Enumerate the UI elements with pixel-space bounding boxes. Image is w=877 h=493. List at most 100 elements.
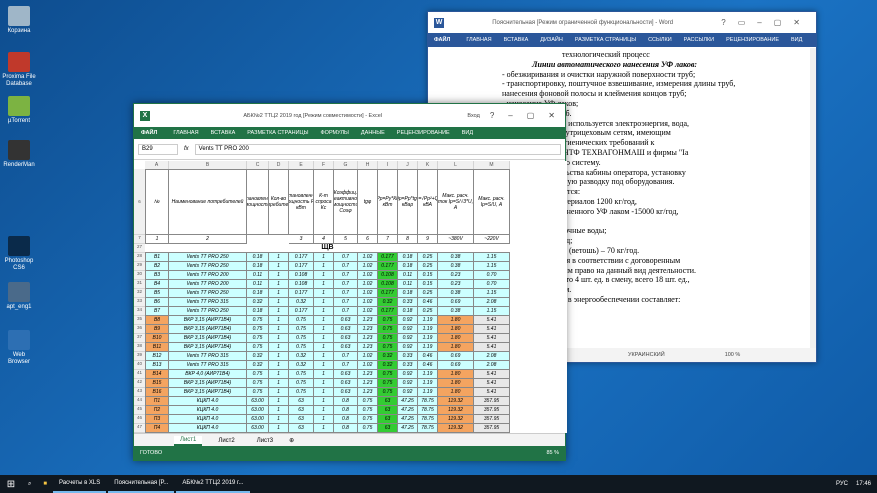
column-header[interactable]: L [438,161,474,169]
column-number-cell[interactable]: ~380V [438,235,474,244]
table-cell[interactable]: 0.75 [378,343,398,352]
table-cell[interactable]: 1.80 [438,370,474,379]
table-cell[interactable]: 1 [269,397,289,406]
table-cell[interactable]: 0.108 [378,271,398,280]
table-cell[interactable]: 1.19 [418,325,438,334]
table-cell[interactable]: 1 [314,307,334,316]
table-cell[interactable]: 0.33 [398,298,418,307]
table-cell[interactable]: 1 [269,361,289,370]
sheet-tab[interactable]: Лист2 [212,437,240,445]
table-cell[interactable]: 357.95 [474,406,510,415]
table-cell[interactable]: 0.108 [378,280,398,289]
excel-ribbon[interactable]: ФАЙЛ ГЛАВНАЯ ВСТАВКА РАЗМЕТКА СТРАНИЦЫ ФОРМУ… [134,127,565,139]
table-cell[interactable]: 63 [378,415,398,424]
table-cell[interactable]: 63.00 [247,424,269,433]
table-cell[interactable]: 0.75 [358,406,378,415]
taskbar-button[interactable]: АБК№2 ТТЦ2 2019 г... [176,475,250,493]
table-cell[interactable]: 0.11 [398,271,418,280]
table-cell[interactable]: В1 [145,253,169,262]
table-cell[interactable]: В2 [145,262,169,271]
word-language[interactable]: УКРАИНСКИЙ [628,352,665,358]
row-header[interactable]: 43 [134,388,145,397]
row-header[interactable]: 45 [134,406,145,415]
table-cell[interactable]: 1.15 [474,253,510,262]
desktop-icon[interactable]: apt_eng1 [2,282,36,311]
column-header[interactable]: E [289,161,314,169]
table-cell[interactable]: 0.11 [247,271,269,280]
table-header-cell[interactable]: Установленная мощность Ру, кВт [289,169,314,235]
table-cell[interactable]: 0.11 [398,280,418,289]
row-header[interactable]: 35 [134,316,145,325]
row-header[interactable]: 29 [134,262,145,271]
explorer-icon[interactable]: ■ [37,481,53,487]
table-cell[interactable]: В13 [145,361,169,370]
excel-tab[interactable]: ФАЙЛ [137,130,161,136]
word-tab[interactable]: РАССЫЛКИ [684,37,714,43]
table-cell[interactable]: В14 [145,370,169,379]
table-cell[interactable]: КЦКП 4.0 [169,424,247,433]
table-cell[interactable]: 0.23 [438,280,474,289]
fx-icon[interactable]: fx [184,146,189,152]
table-cell[interactable]: 0.177 [378,262,398,271]
row-header[interactable]: 31 [134,280,145,289]
row-header[interactable]: 37 [134,334,145,343]
table-cell[interactable]: 0.92 [398,370,418,379]
table-cell[interactable]: 0.15 [418,280,438,289]
table-cell[interactable]: ВКР 4,0 (АИР71В4) [169,370,247,379]
table-cell[interactable]: 1 [314,289,334,298]
table-cell[interactable]: 357.95 [474,415,510,424]
tray-language[interactable]: РУС [836,481,848,487]
table-cell[interactable]: 0.75 [289,379,314,388]
table-cell[interactable]: 1.02 [358,352,378,361]
table-cell[interactable]: 0.8 [334,397,358,406]
table-cell[interactable]: 0.75 [358,397,378,406]
table-cell[interactable]: 0.75 [289,343,314,352]
taskbar-button[interactable]: Пояснительная [Р... [108,475,175,493]
table-cell[interactable]: 0.177 [289,289,314,298]
table-cell[interactable]: 1 [314,262,334,271]
table-cell[interactable]: 0.75 [247,343,269,352]
table-cell[interactable]: 0.25 [418,262,438,271]
table-cell[interactable]: 1 [314,370,334,379]
formula-input[interactable]: Vents TT PRO 200 [194,143,561,155]
table-cell[interactable]: В10 [145,334,169,343]
table-cell[interactable]: 0.8 [334,424,358,433]
table-cell[interactable]: 0.18 [398,289,418,298]
taskbar-button[interactable]: Расчеты в XLS [53,475,107,493]
table-cell[interactable]: 0.75 [289,316,314,325]
table-cell[interactable]: 0.75 [378,370,398,379]
excel-tab[interactable]: ФОРМУЛЫ [320,130,348,136]
table-cell[interactable]: 1 [314,316,334,325]
table-cell[interactable]: 0.69 [438,298,474,307]
column-number-cell[interactable]: 7 [378,235,398,244]
table-cell[interactable]: 1.23 [358,379,378,388]
table-cell[interactable]: 119.32 [438,415,474,424]
table-cell[interactable]: 1.19 [418,388,438,397]
table-cell[interactable]: 0.8 [334,415,358,424]
table-cell[interactable]: 0.32 [378,352,398,361]
table-cell[interactable]: 0.8 [334,406,358,415]
table-cell[interactable]: 1.23 [358,334,378,343]
table-cell[interactable]: 0.7 [334,352,358,361]
table-cell[interactable]: В9 [145,325,169,334]
row-header[interactable]: 34 [134,307,145,316]
word-scrollbar[interactable] [810,48,816,348]
table-cell[interactable]: П1 [145,397,169,406]
table-cell[interactable]: 0.32 [289,298,314,307]
table-cell[interactable]: 0.7 [334,271,358,280]
table-cell[interactable]: 0.25 [418,289,438,298]
table-header-cell[interactable]: Макс. расч. ток Iр=S/√3*U, А [438,169,474,235]
table-cell[interactable]: 0.177 [378,253,398,262]
table-cell[interactable]: 0.46 [418,361,438,370]
table-cell[interactable]: 1 [314,271,334,280]
table-cell[interactable]: 0.33 [398,361,418,370]
table-cell[interactable]: В16 [145,388,169,397]
table-cell[interactable]: 1 [314,415,334,424]
table-cell[interactable]: 119.32 [438,424,474,433]
table-cell[interactable]: 2.08 [474,352,510,361]
table-cell[interactable]: 1 [269,370,289,379]
table-cell[interactable]: 1 [269,298,289,307]
table-cell[interactable]: 63 [289,424,314,433]
word-tab[interactable]: ВИД [791,37,802,43]
minimize-icon[interactable]: – [508,111,512,120]
